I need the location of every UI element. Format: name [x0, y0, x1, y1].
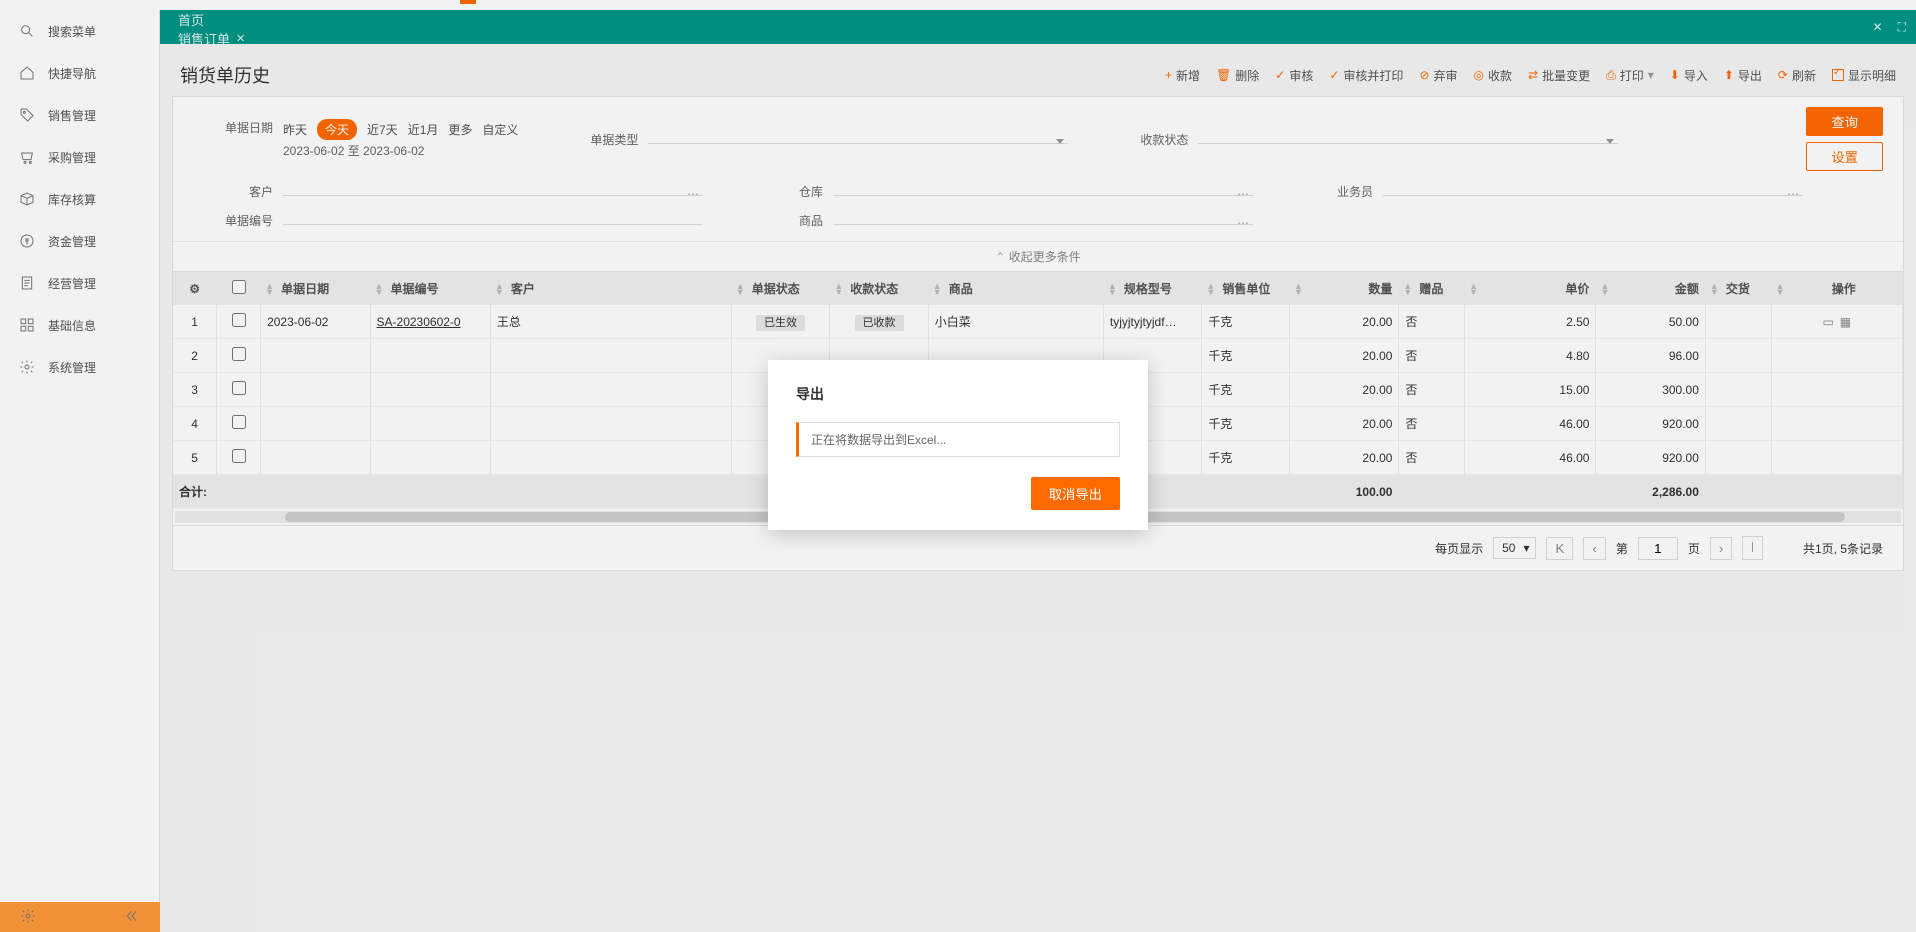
export-modal: 导出 正在将数据导出到Excel... 取消导出 — [768, 360, 1148, 530]
modal-title: 导出 — [796, 384, 1120, 404]
cancel-export-button[interactable]: 取消导出 — [1031, 477, 1120, 510]
modal-message: 正在将数据导出到Excel... — [796, 422, 1120, 457]
